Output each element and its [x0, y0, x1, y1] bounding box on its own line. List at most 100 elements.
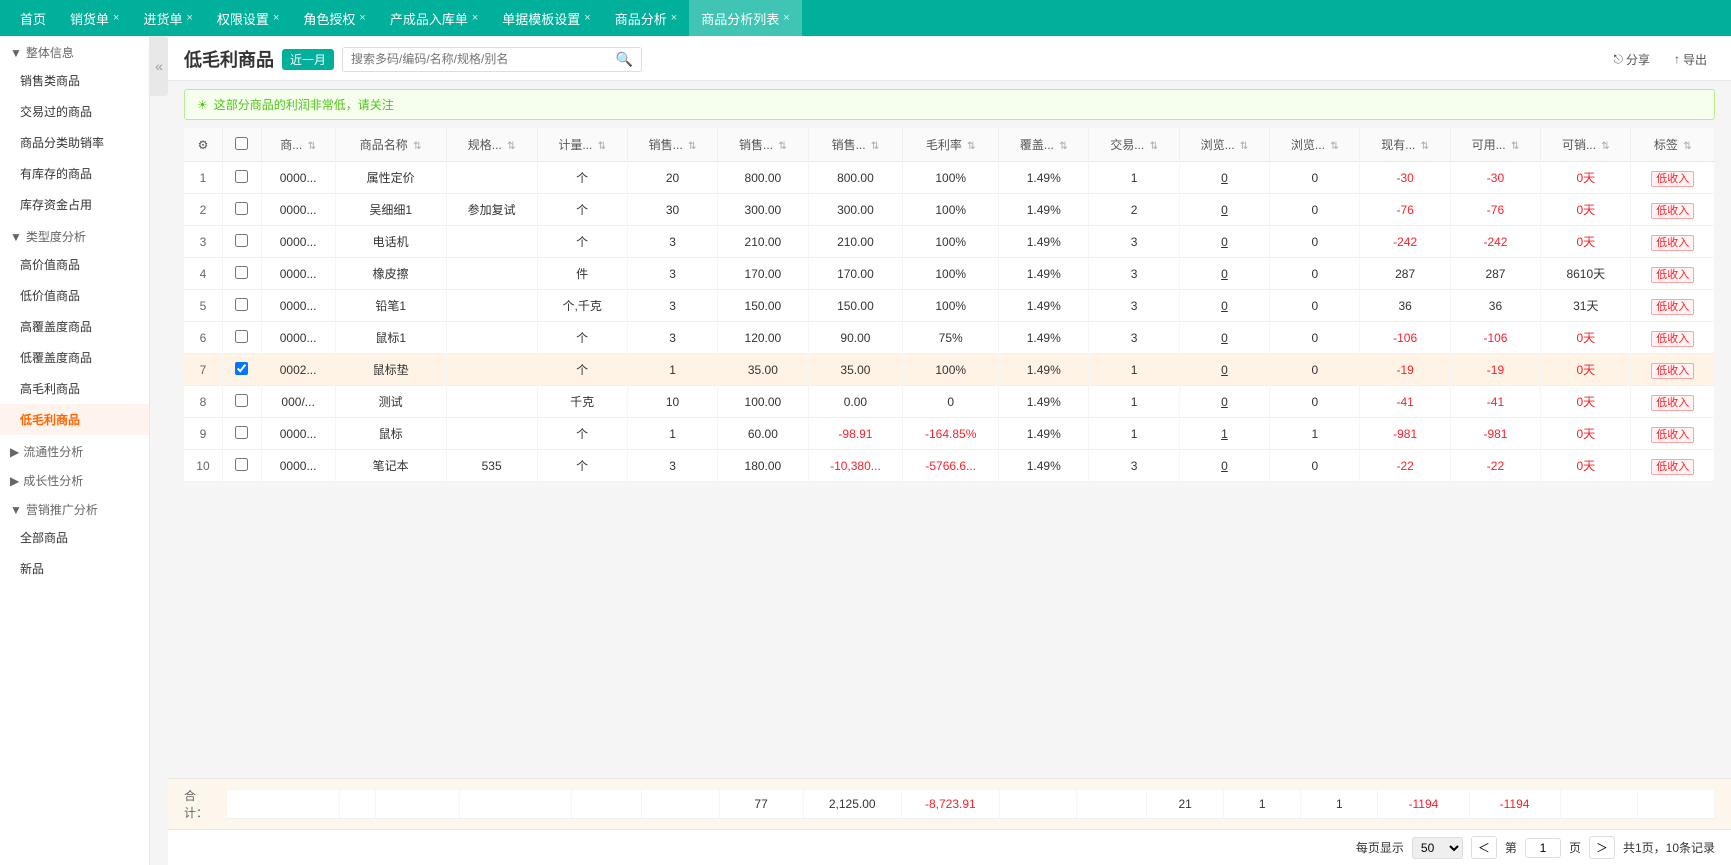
- prev-page-button[interactable]: ＜: [1471, 836, 1497, 859]
- row-checkbox[interactable]: [235, 266, 248, 279]
- per-page-select[interactable]: 50 100 200: [1412, 837, 1463, 859]
- sidebar-group-类型度分析[interactable]: ▼类型度分析: [0, 220, 149, 249]
- period-badge[interactable]: 近一月: [282, 49, 334, 70]
- row-name: 属性定价: [335, 162, 446, 194]
- col-trans-count[interactable]: 交易... ⇅: [1089, 128, 1179, 162]
- nav-item-商品分析[interactable]: 商品分析×: [603, 0, 689, 36]
- page-number-input[interactable]: [1525, 838, 1561, 858]
- row-current-stock: 287: [1360, 258, 1450, 290]
- row-checkbox[interactable]: [235, 458, 248, 471]
- col-tag[interactable]: 标签 ⇅: [1631, 128, 1715, 162]
- row-checkbox[interactable]: [235, 330, 248, 343]
- col-sales-amount[interactable]: 销售... ⇅: [718, 128, 808, 162]
- search-box[interactable]: 🔍: [342, 47, 642, 72]
- sidebar-group-成长性分析[interactable]: ▶成长性分析: [0, 464, 149, 493]
- table-row: 70002...鼠标垫个135.0035.00100%1.49%100-19-1…: [184, 354, 1715, 386]
- next-page-button[interactable]: ＞: [1589, 836, 1615, 859]
- sidebar-item-销售类商品[interactable]: 销售类商品: [0, 65, 149, 96]
- col-code[interactable]: 商... ⇅: [261, 128, 335, 162]
- select-all-checkbox[interactable]: [235, 137, 248, 150]
- row-views1: 0: [1179, 354, 1269, 386]
- row-unit: 个: [537, 418, 627, 450]
- close-icon[interactable]: ×: [472, 12, 478, 24]
- close-icon[interactable]: ×: [359, 12, 365, 24]
- nav-item-产成品入库单[interactable]: 产成品入库单×: [378, 0, 490, 36]
- col-sales-profit[interactable]: 销售... ⇅: [808, 128, 903, 162]
- sidebar-group-流通性分析[interactable]: ▶流通性分析: [0, 435, 149, 464]
- nav-item-销货单[interactable]: 销货单×: [58, 0, 131, 36]
- row-current-stock: -41: [1360, 386, 1450, 418]
- col-current-stock[interactable]: 现有... ⇅: [1360, 128, 1450, 162]
- col-gross-margin[interactable]: 毛利率 ⇅: [903, 128, 999, 162]
- close-icon[interactable]: ×: [671, 12, 677, 24]
- row-code: 000/...: [261, 386, 335, 418]
- row-checkbox[interactable]: [235, 202, 248, 215]
- nav-item-权限设置[interactable]: 权限设置×: [205, 0, 291, 36]
- sidebar-item-低毛利商品[interactable]: 低毛利商品: [0, 404, 149, 435]
- total-sales-qty: 77: [719, 790, 803, 819]
- row-gross-margin: 100%: [903, 354, 999, 386]
- sidebar-item-低覆盖度商品[interactable]: 低覆盖度商品: [0, 342, 149, 373]
- search-icon[interactable]: 🔍: [616, 51, 633, 68]
- close-icon[interactable]: ×: [273, 12, 279, 24]
- tag-badge: 低收入: [1651, 363, 1694, 379]
- close-icon[interactable]: ×: [186, 12, 192, 24]
- col-checkbox[interactable]: [222, 128, 261, 162]
- share-button[interactable]: ⎋ 分享: [1605, 47, 1658, 72]
- row-trans-count: 1: [1089, 386, 1179, 418]
- col-name[interactable]: 商品名称 ⇅: [335, 128, 446, 162]
- sidebar-item-新品[interactable]: 新品: [0, 553, 149, 584]
- export-button[interactable]: ↑ 导出: [1666, 47, 1715, 72]
- sidebar-collapse-button[interactable]: «: [150, 36, 168, 96]
- col-spec[interactable]: 规格... ⇅: [446, 128, 537, 162]
- nav-item-单据模板设置[interactable]: 单据模板设置×: [490, 0, 602, 36]
- row-checkbox[interactable]: [235, 394, 248, 407]
- sidebar-item-高覆盖度商品[interactable]: 高覆盖度商品: [0, 311, 149, 342]
- total-sales-amount: 2,125.00: [803, 790, 901, 819]
- row-name: 电话机: [335, 226, 446, 258]
- row-unit: 个: [537, 322, 627, 354]
- nav-item-进货单[interactable]: 进货单×: [131, 0, 204, 36]
- row-checkbox[interactable]: [235, 362, 248, 375]
- search-input[interactable]: [351, 52, 616, 66]
- page-suffix: 页: [1569, 839, 1581, 856]
- row-views1: 0: [1179, 258, 1269, 290]
- col-saleable[interactable]: 可销... ⇅: [1541, 128, 1631, 162]
- row-checkbox[interactable]: [235, 170, 248, 183]
- sidebar-item-高价值商品[interactable]: 高价值商品: [0, 249, 149, 280]
- col-unit[interactable]: 计量... ⇅: [537, 128, 627, 162]
- col-views2[interactable]: 浏览... ⇅: [1270, 128, 1360, 162]
- row-number: 8: [184, 386, 222, 418]
- close-icon[interactable]: ×: [783, 12, 789, 24]
- row-number: 5: [184, 290, 222, 322]
- nav-item-首页[interactable]: 首页: [8, 0, 58, 36]
- sidebar-item-全部商品[interactable]: 全部商品: [0, 522, 149, 553]
- sidebar-group-营销推广分析[interactable]: ▼营销推广分析: [0, 493, 149, 522]
- sidebar-item-高毛利商品[interactable]: 高毛利商品: [0, 373, 149, 404]
- col-sales-qty[interactable]: 销售... ⇅: [627, 128, 717, 162]
- row-views2: 0: [1270, 290, 1360, 322]
- col-available[interactable]: 可用... ⇅: [1450, 128, 1540, 162]
- close-icon[interactable]: ×: [113, 12, 119, 24]
- col-settings[interactable]: ⚙: [184, 128, 222, 162]
- row-checkbox[interactable]: [235, 426, 248, 439]
- table-row: 100000...笔记本535个3180.00-10,380...-5766.6…: [184, 450, 1715, 482]
- sidebar-item-交易过的商品[interactable]: 交易过的商品: [0, 96, 149, 127]
- nav-item-角色授权[interactable]: 角色授权×: [291, 0, 377, 36]
- row-checkbox[interactable]: [235, 234, 248, 247]
- row-sales-qty: 20: [627, 162, 717, 194]
- sidebar-group-整体信息[interactable]: ▼整体信息: [0, 36, 149, 65]
- row-name: 吴细细1: [335, 194, 446, 226]
- col-coverage[interactable]: 覆盖... ⇅: [999, 128, 1089, 162]
- col-views1[interactable]: 浏览... ⇅: [1179, 128, 1269, 162]
- sidebar-item-库存资金占用[interactable]: 库存资金占用: [0, 189, 149, 220]
- row-saleable: 0天: [1541, 194, 1631, 226]
- row-checkbox[interactable]: [235, 298, 248, 311]
- close-icon[interactable]: ×: [584, 12, 590, 24]
- row-sales-amount: 170.00: [718, 258, 808, 290]
- sidebar-item-有库存的商品[interactable]: 有库存的商品: [0, 158, 149, 189]
- sidebar-item-商品分类助销率[interactable]: 商品分类助销率: [0, 127, 149, 158]
- main-content: 低毛利商品 近一月 🔍 ⎋ 分享 ↑ 导出: [168, 36, 1731, 865]
- sidebar-item-低价值商品[interactable]: 低价值商品: [0, 280, 149, 311]
- nav-item-商品分析列表[interactable]: 商品分析列表×: [689, 0, 801, 36]
